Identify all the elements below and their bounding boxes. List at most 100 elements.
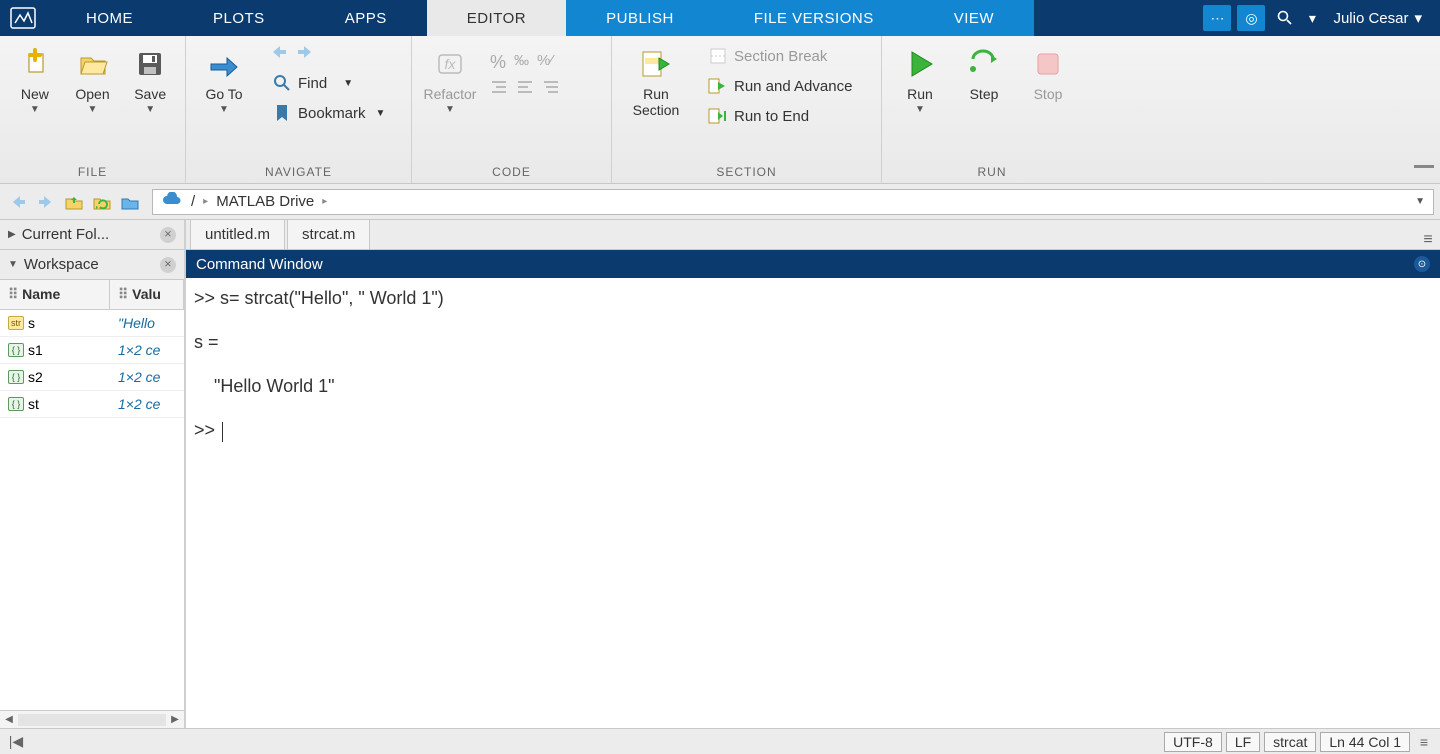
status-menu-icon[interactable]: ≡	[1414, 734, 1434, 750]
step-icon	[966, 46, 1002, 82]
close-icon[interactable]: ⨯	[160, 227, 176, 243]
chevron-down-icon: ▼	[343, 78, 353, 89]
ribbon-group-code: fx Refactor ▼ % ‰ %⁄ CODE	[412, 36, 612, 183]
status-eol[interactable]: LF	[1226, 732, 1260, 752]
forward-arrow-icon[interactable]	[296, 44, 314, 65]
table-row[interactable]: { } s1 1×2 ce	[0, 337, 184, 364]
tab-publish[interactable]: PUBLISH	[566, 0, 714, 36]
ribbon-group-run: Run ▼ Step Stop RUN	[882, 36, 1102, 183]
refactor-icon: fx	[432, 46, 468, 82]
command-window[interactable]: >> s= strcat("Hello", " World 1") s = "H…	[186, 278, 1440, 728]
scroll-right-icon[interactable]: ▶	[166, 714, 184, 725]
chevron-down-icon: ▼	[145, 104, 155, 115]
close-icon[interactable]: ⊙	[1414, 256, 1430, 272]
find-button[interactable]: Find ▼	[266, 69, 391, 97]
browse-folder-icon[interactable]	[118, 190, 142, 214]
outdent-icon	[516, 79, 534, 100]
tab-menu-icon[interactable]: ≡	[1416, 231, 1440, 249]
tab-editor[interactable]: EDITOR	[427, 0, 566, 36]
status-function[interactable]: strcat	[1264, 732, 1316, 752]
target-icon[interactable]: ◎	[1237, 5, 1265, 31]
run-and-advance-button[interactable]: Run and Advance	[702, 72, 858, 100]
tab-apps[interactable]: APPS	[305, 0, 427, 36]
var-name: s1	[28, 342, 43, 358]
more-icon[interactable]: ⋯	[1203, 5, 1231, 31]
stop-icon	[1030, 46, 1066, 82]
step-button[interactable]: Step	[954, 42, 1014, 106]
table-row[interactable]: strs "Hello	[0, 310, 184, 337]
var-value: 1×2 ce	[110, 364, 184, 390]
status-bar: |◀ UTF-8 LF strcat Ln 44 Col 1 ≡	[0, 728, 1440, 754]
run-section-icon	[638, 46, 674, 82]
command-window-header: Command Window ⊙	[186, 250, 1440, 278]
var-value: "Hello	[110, 310, 184, 336]
workspace-panel-header[interactable]: ▼ Workspace ⨯	[0, 250, 184, 280]
status-cursor-position[interactable]: Ln 44 Col 1	[1320, 732, 1410, 752]
breadcrumb-drive[interactable]: MATLAB Drive	[216, 193, 314, 210]
refresh-folder-icon[interactable]	[90, 190, 114, 214]
goto-icon	[206, 46, 242, 82]
address-input[interactable]: / ▸ MATLAB Drive ▸ ▼	[152, 189, 1434, 215]
editor-tab-untitled[interactable]: untitled.m	[190, 219, 285, 249]
cell-var-icon: { }	[8, 370, 24, 384]
table-header: ⠿ Name ⠿ Valu	[0, 280, 184, 310]
workspace-table: ⠿ Name ⠿ Valu strs "Hello { } s1 1×2 ce{ }s2…	[0, 280, 184, 710]
command-window-content: >> s= strcat("Hello", " World 1") s = "H…	[194, 288, 444, 440]
var-name: s	[28, 315, 35, 331]
var-name: st	[28, 396, 39, 412]
back-arrow-icon[interactable]	[270, 44, 288, 65]
right-column: untitled.m strcat.m ≡ Command Window ⊙ >…	[186, 220, 1440, 728]
table-row[interactable]: { }st1×2 ce	[0, 391, 184, 418]
indent-icon	[490, 79, 508, 100]
breadcrumb-root[interactable]: /	[191, 193, 195, 210]
chevron-down-icon: ▼	[915, 104, 925, 115]
tab-view[interactable]: VIEW	[914, 0, 1034, 36]
comment-percent-icon: %	[490, 52, 506, 73]
editor-tab-bar: untitled.m strcat.m ≡	[186, 220, 1440, 250]
search-icon[interactable]	[1271, 5, 1299, 31]
col-name[interactable]: ⠿ Name	[0, 280, 110, 309]
menu-bar: HOME PLOTS APPS EDITOR PUBLISH FILE VERS…	[0, 0, 1440, 36]
horizontal-scrollbar[interactable]: ◀ ▶	[0, 710, 184, 728]
current-folder-panel-header[interactable]: ▶ Current Fol... ⨯	[0, 220, 184, 250]
status-encoding[interactable]: UTF-8	[1164, 732, 1222, 752]
user-menu[interactable]: Julio Cesar ▾	[1325, 9, 1430, 27]
goto-button[interactable]: Go To ▼	[194, 42, 254, 119]
run-section-button[interactable]: Run Section	[620, 42, 692, 122]
close-icon[interactable]: ⨯	[160, 257, 176, 273]
save-button[interactable]: Save ▼	[123, 42, 177, 119]
ribbon-group-navigate: Go To ▼ Find ▼ Bookmark ▼	[186, 36, 412, 183]
address-dropdown[interactable]: ▼	[1415, 196, 1425, 207]
address-bar: / ▸ MATLAB Drive ▸ ▼	[0, 184, 1440, 220]
app-logo	[0, 0, 46, 36]
up-folder-icon[interactable]	[62, 190, 86, 214]
first-page-icon[interactable]: |◀	[6, 733, 26, 750]
chevron-down-icon: ▼	[376, 108, 386, 119]
ribbon-group-file: New ▼ Open ▼ Save ▼ FILE	[0, 36, 186, 183]
chevron-down-icon: ▼	[219, 104, 229, 115]
svg-text:fx: fx	[445, 56, 457, 72]
new-button[interactable]: New ▼	[8, 42, 62, 119]
smart-indent-icon	[542, 79, 560, 100]
table-row[interactable]: { }s21×2 ce	[0, 364, 184, 391]
scroll-left-icon[interactable]: ◀	[0, 714, 18, 725]
open-button[interactable]: Open ▼	[66, 42, 120, 119]
nav-forward-icon[interactable]	[34, 190, 58, 214]
col-value[interactable]: ⠿ Valu	[110, 280, 184, 309]
editor-tab-strcat[interactable]: strcat.m	[287, 219, 370, 249]
search-dropdown[interactable]: ▾	[1305, 5, 1319, 31]
tab-home[interactable]: HOME	[46, 0, 173, 36]
tab-file-versions[interactable]: FILE VERSIONS	[714, 0, 914, 36]
string-var-icon: str	[8, 316, 24, 330]
nav-back-icon[interactable]	[6, 190, 30, 214]
minimize-ribbon-button[interactable]	[1414, 165, 1434, 179]
var-value: 1×2 ce	[110, 337, 184, 363]
open-icon	[75, 46, 111, 82]
cell-var-icon: { }	[8, 343, 24, 357]
left-column: ▶ Current Fol... ⨯ ▼ Workspace ⨯ ⠿ Name …	[0, 220, 186, 728]
tab-plots[interactable]: PLOTS	[173, 0, 305, 36]
chevron-right-icon: ▸	[203, 196, 208, 207]
run-to-end-button[interactable]: Run to End	[702, 102, 858, 130]
bookmark-button[interactable]: Bookmark ▼	[266, 99, 391, 127]
run-button[interactable]: Run ▼	[890, 42, 950, 119]
